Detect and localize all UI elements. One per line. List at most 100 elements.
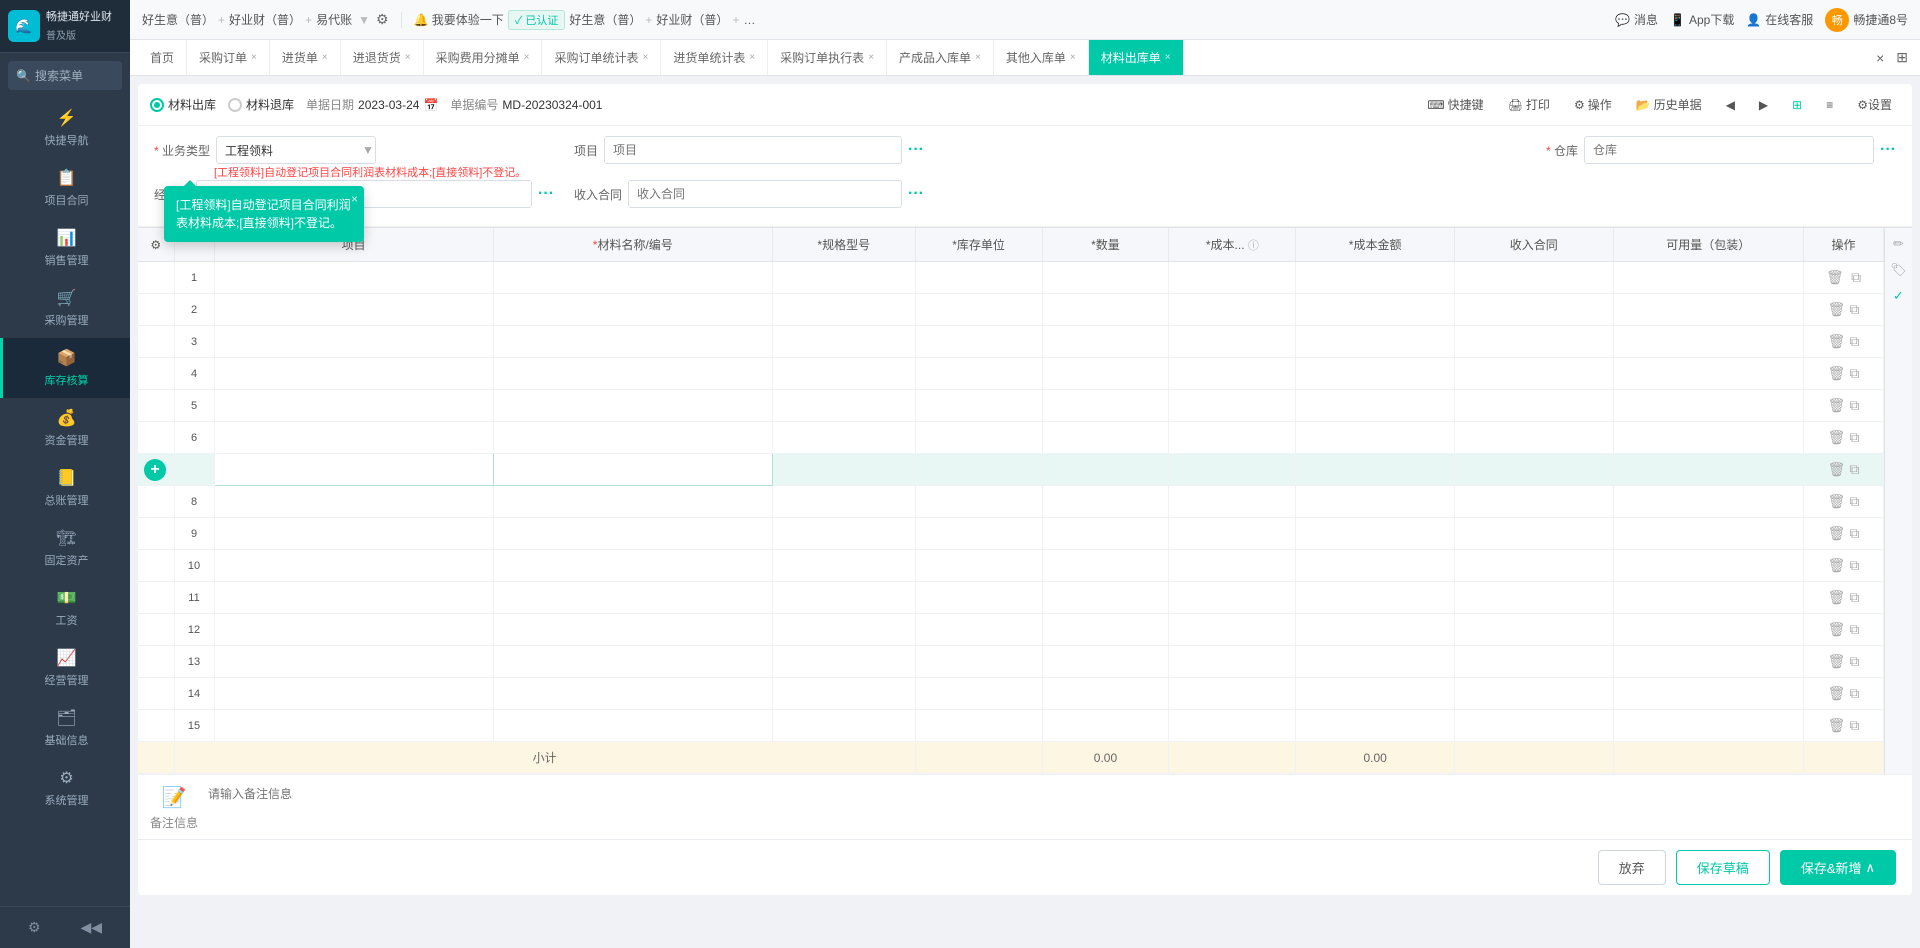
copy-row-icon[interactable]: ⧉: [1849, 397, 1859, 413]
delete-row-icon[interactable]: 🗑: [1828, 589, 1846, 605]
business-type-input[interactable]: [216, 136, 376, 164]
copy-row-icon[interactable]: ⧉: [1849, 493, 1859, 509]
tab-goods-receipt[interactable]: 进货单 ×: [270, 40, 341, 76]
delete-row-icon[interactable]: 🗑: [1828, 397, 1846, 413]
right-check-button[interactable]: ✓: [1887, 284, 1911, 308]
radio-material-return[interactable]: 材料退库: [228, 96, 294, 113]
topbar-link-ydz[interactable]: 易代账: [316, 11, 352, 28]
sidebar-collapse-button[interactable]: ◀◀: [76, 915, 106, 940]
sidebar-item-system[interactable]: ⚙ 系统管理: [0, 758, 130, 818]
copy-row-icon[interactable]: ⧉: [1849, 333, 1859, 349]
topbar-link-hsy[interactable]: 好生意（普）: [142, 11, 214, 28]
tab-material-issue[interactable]: 材料出库单 ×: [1089, 40, 1184, 76]
project-input[interactable]: [604, 136, 902, 164]
delete-row-icon[interactable]: 🗑: [1828, 301, 1846, 317]
tab-purchase-exec[interactable]: 采购订单执行表 ×: [768, 40, 887, 76]
project-dots-button[interactable]: ···: [908, 141, 924, 159]
tab-purchase-exec-close[interactable]: ×: [868, 52, 874, 63]
topbar-more-link[interactable]: …: [743, 13, 755, 27]
tab-home[interactable]: 首页: [138, 40, 187, 76]
topbar-trial-link[interactable]: 🔔 我要体验一下: [414, 11, 504, 28]
delete-row-icon[interactable]: 🗑: [1828, 621, 1846, 637]
copy-row-icon[interactable]: ⧉: [1849, 461, 1859, 477]
topbar-online-service[interactable]: 👤 在线客服: [1746, 11, 1813, 28]
active-cell-project[interactable]: [221, 458, 487, 481]
sidebar-item-basic[interactable]: 🗂 基础信息: [0, 698, 130, 758]
delete-row-icon[interactable]: 🗑: [1828, 493, 1846, 509]
sidebar-item-inventory[interactable]: 📦 库存核算: [0, 338, 130, 398]
copy-row-icon[interactable]: ⧉: [1849, 301, 1859, 317]
delete-row-icon[interactable]: 🗑: [1828, 365, 1846, 381]
delete-row-icon[interactable]: 🗑: [1828, 557, 1846, 573]
shortcut-key-button[interactable]: ⌨ 快捷键: [1419, 92, 1491, 117]
warehouse-dots-button[interactable]: ···: [1880, 141, 1896, 159]
tab-return-goods[interactable]: 进退货货 ×: [341, 40, 424, 76]
tab-return-goods-close[interactable]: ×: [405, 52, 411, 63]
delete-row-icon[interactable]: 🗑: [1828, 685, 1846, 701]
sidebar-item-project[interactable]: 📋 项目合同: [0, 158, 130, 218]
tab-purchase-stats-close[interactable]: ×: [642, 52, 648, 63]
column-settings-icon[interactable]: ⚙: [150, 238, 161, 252]
right-edit-button[interactable]: ✏: [1887, 232, 1911, 256]
search-menu-button[interactable]: 🔍 搜索菜单: [8, 61, 122, 90]
copy-row-icon[interactable]: ⧉: [1849, 685, 1859, 701]
tab-other-receipt[interactable]: 其他入库单 ×: [994, 40, 1089, 76]
right-tag-button[interactable]: 🏷: [1887, 258, 1911, 282]
radio-material-issue[interactable]: 材料出库: [150, 96, 216, 113]
tab-purchase-order[interactable]: 采购订单 ×: [187, 40, 270, 76]
doc-date-value[interactable]: 2023-03-24: [358, 98, 419, 112]
history-button[interactable]: 📂 历史单据: [1628, 92, 1710, 117]
topbar-link-hyc2[interactable]: 好业财（普）: [656, 11, 728, 28]
warehouse-input[interactable]: [1584, 136, 1874, 164]
copy-row-icon[interactable]: ⧉: [1849, 589, 1859, 605]
tab-goods-receipt-close[interactable]: ×: [322, 52, 328, 63]
copy-row-icon[interactable]: ⧉: [1849, 525, 1859, 541]
tab-material-issue-close[interactable]: ×: [1165, 52, 1171, 63]
copy-row-icon[interactable]: ⧉: [1849, 429, 1859, 445]
th-material[interactable]: *材料名称/编号: [493, 228, 772, 262]
tab-split-view-button[interactable]: ⊞: [1892, 45, 1912, 70]
income-contract-input[interactable]: [628, 180, 902, 208]
save-draft-button[interactable]: 保存草稿: [1676, 850, 1770, 885]
income-contract-dots-button[interactable]: ···: [908, 185, 924, 203]
copy-row-icon[interactable]: ⧉: [1849, 557, 1859, 573]
delete-row-icon[interactable]: 🗑: [1828, 717, 1846, 733]
tab-goods-stats[interactable]: 进货单统计表 ×: [661, 40, 768, 76]
topbar-settings-button[interactable]: ⚙: [376, 11, 389, 28]
calendar-icon[interactable]: 📅: [423, 98, 438, 112]
topbar-app-download[interactable]: 📱 App下载: [1670, 11, 1734, 28]
tab-finished-goods-close[interactable]: ×: [975, 52, 981, 63]
copy-row-icon[interactable]: ⧉: [1849, 653, 1859, 669]
delete-row-icon[interactable]: 🗑: [1828, 653, 1846, 669]
discard-button[interactable]: 放弃: [1598, 850, 1666, 885]
cost-price-info-icon[interactable]: ⓘ: [1248, 240, 1259, 252]
topbar-link-hyc[interactable]: 好业财（普）: [229, 11, 301, 28]
notes-input[interactable]: [206, 783, 1900, 815]
sidebar-item-funds[interactable]: 💰 资金管理: [0, 398, 130, 458]
topbar-message[interactable]: 💬 消息: [1615, 11, 1658, 28]
tab-purchase-expense-close[interactable]: ×: [524, 52, 530, 63]
sidebar-item-shortcut[interactable]: ⚡ 快捷导航: [0, 98, 130, 158]
delete-row-icon[interactable]: 🗑: [1828, 429, 1846, 445]
topbar-link-hsy2[interactable]: 好生意（普）: [569, 11, 641, 28]
active-cell-material[interactable]: [500, 458, 766, 481]
copy-row-icon[interactable]: ⧉: [1849, 365, 1859, 381]
tab-other-receipt-close[interactable]: ×: [1070, 52, 1076, 63]
tab-goods-stats-close[interactable]: ×: [749, 52, 755, 63]
tab-purchase-expense[interactable]: 采购费用分摊单 ×: [424, 40, 543, 76]
sidebar-settings-button[interactable]: ⚙: [24, 915, 45, 940]
sidebar-item-sales[interactable]: 📊 销售管理: [0, 218, 130, 278]
topbar-user[interactable]: 畅 畅捷通8号: [1825, 8, 1908, 32]
sidebar-item-assets[interactable]: 🏗 固定资产: [0, 518, 130, 578]
tab-close-all-button[interactable]: ×: [1872, 46, 1888, 70]
tab-finished-goods[interactable]: 产成品入库单 ×: [887, 40, 994, 76]
delete-row-icon[interactable]: 🗑: [1828, 461, 1846, 477]
print-button[interactable]: 🖨 打印: [1500, 92, 1558, 117]
operation-button[interactable]: ⚙ 操作: [1566, 92, 1620, 117]
copy-row-icon[interactable]: ⧉: [1849, 621, 1859, 637]
nav-prev-button[interactable]: ◀: [1718, 94, 1743, 116]
add-row-button[interactable]: +: [144, 459, 166, 481]
grid-view-button[interactable]: ⊞: [1784, 94, 1810, 116]
delete-row-icon[interactable]: 🗑: [1828, 525, 1846, 541]
nav-next-button[interactable]: ▶: [1751, 94, 1776, 116]
